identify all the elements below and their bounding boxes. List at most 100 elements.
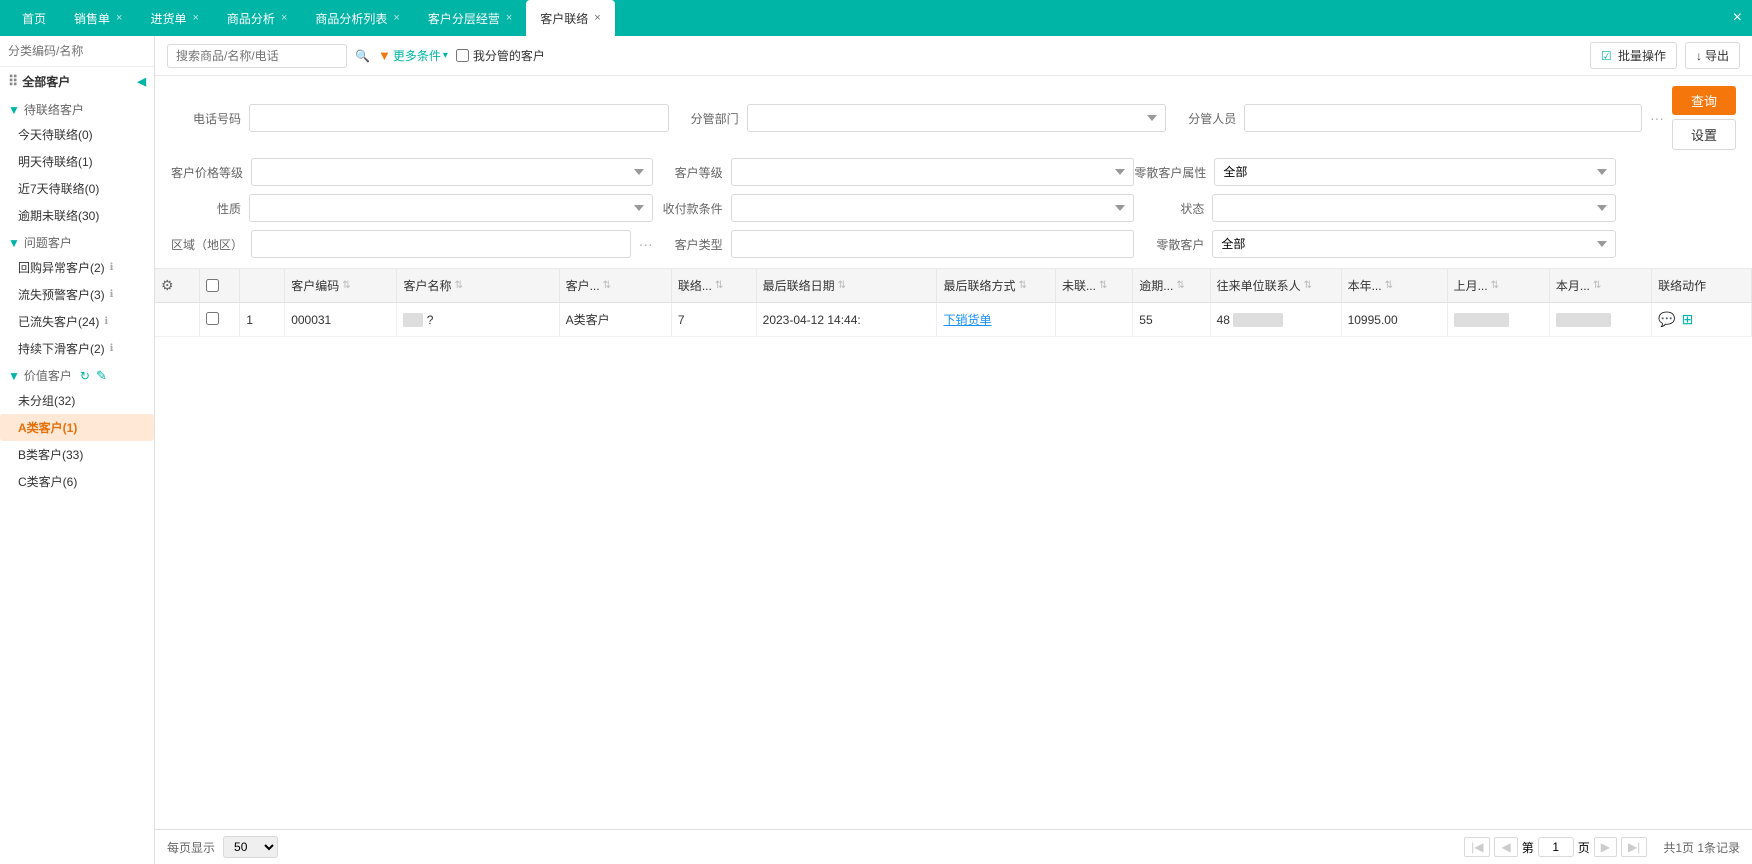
nav-tab-customer-contact-close[interactable]: × xyxy=(594,12,600,24)
th-hist[interactable]: 往来单位联系人⇅ xyxy=(1210,269,1341,303)
filter-row-2: 客户价格等级 客户等级 零散客户属性 全部 xyxy=(171,158,1736,186)
filter-region-dots[interactable]: ··· xyxy=(639,236,653,252)
sidebar-all-customers[interactable]: ⠿ 全部客户 ◀ xyxy=(0,67,154,96)
page-size-select[interactable]: 50 100 200 xyxy=(223,836,278,858)
sidebar-item-week-pending[interactable]: 近7天待联络(0) xyxy=(0,175,154,202)
filter-customer-type-input[interactable] xyxy=(731,230,1135,258)
my-customer-checkbox-label[interactable]: 我分管的客户 xyxy=(456,47,545,64)
table-scroll[interactable]: ⚙ 客户编码⇅ 客户名称⇅ 客户...⇅ 联络...⇅ 最后联络日期⇅ 最后联 xyxy=(155,269,1752,829)
th-contact[interactable]: 联络...⇅ xyxy=(671,269,756,303)
nav-tab-customer-tier[interactable]: 客户分层经营 × xyxy=(414,0,526,36)
th-name[interactable]: 客户名称⇅ xyxy=(397,269,559,303)
th-check[interactable] xyxy=(200,269,240,303)
th-type-label: 客户... xyxy=(566,277,600,294)
th-code[interactable]: 客户编码⇅ xyxy=(285,269,397,303)
th-year[interactable]: 本年...⇅ xyxy=(1341,269,1447,303)
filter-search-input[interactable] xyxy=(167,44,347,68)
sort-last-method-icon: ⇅ xyxy=(1019,280,1027,291)
sidebar-item-class-b[interactable]: B类客户(33) xyxy=(0,441,154,468)
prev-page-button[interactable]: ◀ xyxy=(1494,837,1517,857)
sidebar-item-class-c[interactable]: C类客户(6) xyxy=(0,468,154,495)
export-button[interactable]: ↓ 导出 xyxy=(1685,42,1740,69)
qr-icon[interactable]: ⊞ xyxy=(1682,311,1694,328)
value-refresh-icon[interactable]: ↻ xyxy=(80,369,90,383)
nav-tab-purchase-close[interactable]: × xyxy=(192,12,198,24)
filter-more-conditions[interactable]: ▼ 更多条件 ▾ xyxy=(378,47,448,64)
sidebar-pending-contact-group: ▼ 待联络客户 xyxy=(0,96,154,121)
filter-retail-attr-select[interactable]: 全部 xyxy=(1214,158,1616,186)
sidebar-item-lost-warning[interactable]: 流失预警客户(3) ℹ xyxy=(0,281,154,308)
last-page-button[interactable]: ▶| xyxy=(1621,837,1647,857)
sidebar-item-class-a[interactable]: A类客户(1) xyxy=(0,414,154,441)
filter-payment-select[interactable] xyxy=(731,194,1135,222)
th-overdue[interactable]: 逾期...⇅ xyxy=(1133,269,1210,303)
sort-last-m-icon: ⇅ xyxy=(1491,280,1499,291)
filter-cell-status: 状态 xyxy=(1134,194,1616,222)
th-code-label: 客户编码 xyxy=(291,277,339,294)
filter-manager-input[interactable] xyxy=(1244,104,1642,132)
filter-row-4: 区域（地区） ··· 客户类型 零散客户 全部 xyxy=(171,230,1736,258)
sidebar-item-declining[interactable]: 持续下滑客户(2) ℹ xyxy=(0,335,154,362)
th-last-m[interactable]: 上月...⇅ xyxy=(1447,269,1549,303)
th-gear[interactable]: ⚙ xyxy=(155,269,200,303)
sidebar-item-tomorrow-pending[interactable]: 明天待联络(1) xyxy=(0,148,154,175)
first-page-button[interactable]: |◀ xyxy=(1464,837,1490,857)
sidebar-item-overdue-pending[interactable]: 逾期未联络(30) xyxy=(0,202,154,229)
nav-tab-sales[interactable]: 销售单 × xyxy=(60,0,136,36)
sidebar-today-pending-label: 今天待联络(0) xyxy=(18,126,93,143)
sidebar-item-repurchase-anomaly[interactable]: 回购异常客户(2) ℹ xyxy=(0,254,154,281)
select-all-checkbox[interactable] xyxy=(206,279,219,292)
query-button[interactable]: 查询 xyxy=(1672,86,1736,115)
sidebar-search-input[interactable] xyxy=(8,44,155,58)
main-layout: 🔍 ⠿ 全部客户 ◀ ▼ 待联络客户 今天待联络(0) 明天待联络(1) 近7天… xyxy=(0,36,1752,864)
td-check[interactable] xyxy=(200,303,240,337)
td-last-method-link[interactable]: 下销货单 xyxy=(943,313,991,327)
sidebar-item-ungrouped[interactable]: 未分组(32) xyxy=(0,387,154,414)
nav-tab-product-list-close[interactable]: × xyxy=(393,12,399,24)
sidebar-item-today-pending[interactable]: 今天待联络(0) xyxy=(0,121,154,148)
next-page-button[interactable]: ▶ xyxy=(1594,837,1617,857)
set-button[interactable]: 设置 xyxy=(1672,119,1736,150)
nav-tab-product-list[interactable]: 商品分析列表 × xyxy=(301,0,413,36)
filter-search-icon[interactable]: 🔍 xyxy=(355,49,370,63)
batch-ops-button[interactable]: ☑ 批量操作 xyxy=(1590,42,1677,69)
nav-tab-product-analysis[interactable]: 商品分析 × xyxy=(213,0,301,36)
th-this-m[interactable]: 本月...⇅ xyxy=(1549,269,1651,303)
my-customer-checkbox[interactable] xyxy=(456,49,469,62)
th-last-date[interactable]: 最后联络日期⇅ xyxy=(756,269,937,303)
th-hist-label: 往来单位联系人 xyxy=(1217,277,1301,294)
th-last-method[interactable]: 最后联络方式 ⇅ xyxy=(937,269,1055,303)
filter-btn-col: 查询 设置 xyxy=(1672,86,1736,150)
filter-phone-input[interactable] xyxy=(249,104,669,132)
sidebar-collapse-icon[interactable]: ◀ xyxy=(138,75,146,88)
th-type[interactable]: 客户...⇅ xyxy=(559,269,671,303)
row-checkbox[interactable] xyxy=(206,312,219,325)
nav-tab-home[interactable]: 首页 xyxy=(8,0,60,36)
chat-icon[interactable]: 💬 xyxy=(1658,311,1675,328)
filter-retail-select[interactable]: 全部 xyxy=(1212,230,1616,258)
filter-dept-select[interactable] xyxy=(747,104,1167,132)
nav-tab-customer-contact[interactable]: 客户联络 × xyxy=(526,0,614,36)
td-hist-num: 48 xyxy=(1217,313,1230,327)
nav-tab-sales-close[interactable]: × xyxy=(116,12,122,24)
td-last-method[interactable]: 下销货单 xyxy=(937,303,1055,337)
th-days[interactable]: 未联...⇅ xyxy=(1055,269,1132,303)
page-number-input[interactable] xyxy=(1538,837,1574,857)
filter-nature-select[interactable] xyxy=(249,194,653,222)
batch-ops-icon: ☑ xyxy=(1601,49,1612,63)
filter-price-level-select[interactable] xyxy=(251,158,653,186)
nav-tab-product-analysis-close[interactable]: × xyxy=(281,12,287,24)
close-all-tabs-icon[interactable]: × xyxy=(1733,9,1742,27)
filter-status-select[interactable] xyxy=(1212,194,1616,222)
filter-manager-dots[interactable]: ··· xyxy=(1650,110,1664,126)
sidebar-item-already-lost[interactable]: 已流失客户(24) ℹ xyxy=(0,308,154,335)
gear-icon[interactable]: ⚙ xyxy=(161,277,174,294)
value-edit-icon[interactable]: ✎ xyxy=(96,368,107,384)
th-last-method-label: 最后联络方式 xyxy=(943,277,1015,294)
filter-cell-dept: 分管部门 xyxy=(669,104,1167,132)
filter-customer-level-select[interactable] xyxy=(731,158,1135,186)
nav-tab-customer-tier-close[interactable]: × xyxy=(506,12,512,24)
filter-region-input[interactable] xyxy=(251,230,631,258)
nav-tab-purchase[interactable]: 进货单 × xyxy=(136,0,212,36)
export-label: 导出 xyxy=(1705,47,1729,64)
